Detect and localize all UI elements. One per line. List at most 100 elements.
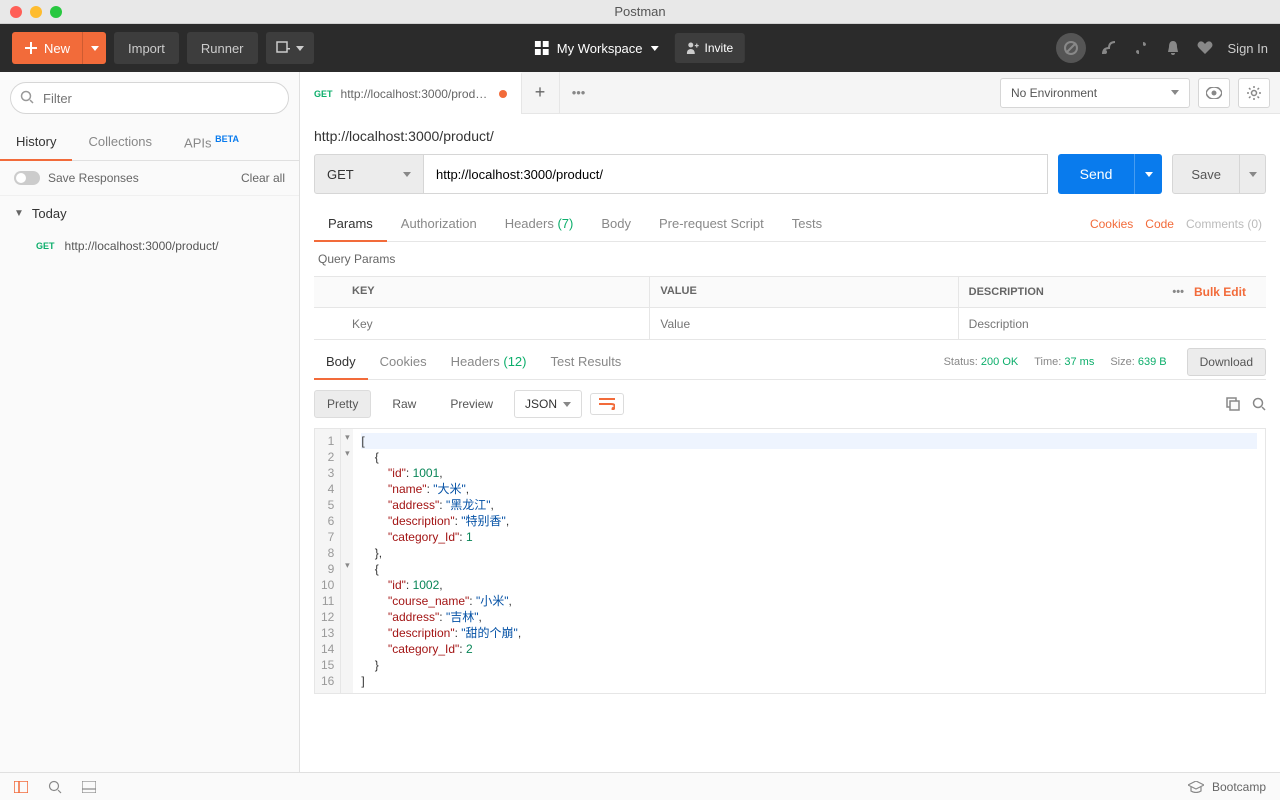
satellite-icon[interactable] — [1100, 39, 1118, 57]
send-button[interactable]: Send — [1058, 154, 1135, 194]
comments-link[interactable]: Comments (0) — [1186, 217, 1262, 231]
chevron-down-icon: ▼ — [14, 208, 24, 219]
subtab-params[interactable]: Params — [314, 206, 387, 241]
view-pretty[interactable]: Pretty — [314, 390, 371, 418]
new-tab-button[interactable]: + — [522, 72, 560, 114]
clear-all-button[interactable]: Clear all — [241, 171, 285, 185]
tab-method: GET — [314, 89, 333, 99]
subtab-body[interactable]: Body — [587, 206, 645, 241]
bulk-edit-button[interactable]: Bulk Edit — [1194, 285, 1246, 299]
new-button-label: New — [44, 41, 70, 56]
content-area: GET http://localhost:3000/product/ + •••… — [300, 72, 1280, 772]
invite-button[interactable]: Invite — [675, 33, 746, 63]
param-description-input[interactable] — [969, 317, 1256, 331]
cookies-link[interactable]: Cookies — [1090, 217, 1133, 231]
param-header-key: KEY — [314, 277, 650, 307]
console-icon[interactable] — [82, 781, 96, 793]
new-button[interactable]: New — [12, 32, 82, 64]
query-params-title: Query Params — [314, 242, 1266, 276]
heart-icon[interactable] — [1196, 39, 1214, 57]
download-button[interactable]: Download — [1187, 348, 1266, 376]
save-dropdown[interactable] — [1240, 154, 1266, 194]
notifications-icon[interactable] — [1164, 39, 1182, 57]
param-header-description: DESCRIPTION — [969, 286, 1044, 298]
save-responses-toggle[interactable] — [14, 171, 40, 185]
request-tab[interactable]: GET http://localhost:3000/product/ — [300, 72, 522, 114]
new-button-dropdown[interactable] — [82, 32, 106, 64]
sidebar-filter-input[interactable] — [10, 82, 289, 114]
code-link[interactable]: Code — [1145, 217, 1174, 231]
import-button[interactable]: Import — [114, 32, 179, 64]
beta-badge: BETA — [215, 134, 239, 144]
search-icon — [20, 90, 34, 104]
save-responses-label: Save Responses — [48, 171, 139, 185]
titlebar: Postman — [0, 0, 1280, 24]
subtab-tests[interactable]: Tests — [778, 206, 836, 241]
bootcamp-button[interactable]: Bootcamp — [1188, 780, 1266, 794]
search-response-icon[interactable] — [1252, 397, 1266, 411]
tab-title: http://localhost:3000/product/ — [341, 87, 491, 101]
close-window-button[interactable] — [10, 6, 22, 18]
request-builder: http://localhost:3000/product/ GET Send … — [300, 114, 1280, 704]
resp-tab-headers[interactable]: Headers (12) — [439, 344, 539, 379]
maximize-window-button[interactable] — [50, 6, 62, 18]
save-button[interactable]: Save — [1172, 154, 1240, 194]
capture-button[interactable] — [266, 32, 314, 64]
param-value-input[interactable] — [660, 317, 947, 331]
header-right: Sign In — [1056, 33, 1268, 63]
environment-preview-button[interactable] — [1198, 78, 1230, 108]
tab-options-button[interactable]: ••• — [560, 85, 598, 100]
request-subtabs: Params Authorization Headers (7) Body Pr… — [314, 206, 1266, 242]
header-bar: New Import Runner My Workspace Invite Si… — [0, 24, 1280, 72]
history-item[interactable]: GET http://localhost:3000/product/ — [0, 231, 299, 261]
query-params-table: KEY VALUE DESCRIPTION ••• Bulk Edit — [314, 276, 1266, 340]
param-header-value: VALUE — [650, 277, 958, 307]
window-controls — [0, 6, 62, 18]
format-selector[interactable]: JSON — [514, 390, 582, 418]
subtab-prerequest[interactable]: Pre-request Script — [645, 206, 778, 241]
history-item-url: http://localhost:3000/product/ — [65, 239, 219, 253]
subtab-authorization[interactable]: Authorization — [387, 206, 491, 241]
app-title: Postman — [614, 4, 665, 19]
environment-selector[interactable]: No Environment — [1000, 78, 1190, 108]
sidebar-tab-collections[interactable]: Collections — [72, 124, 168, 160]
subtab-headers[interactable]: Headers (7) — [491, 206, 588, 241]
find-icon[interactable] — [48, 780, 62, 794]
signin-button[interactable]: Sign In — [1228, 41, 1268, 56]
view-preview[interactable]: Preview — [437, 390, 506, 418]
resp-tab-body[interactable]: Body — [314, 344, 368, 379]
response-body-viewer[interactable]: 12345678910111213141516 ▾▾▾ [ { "id": 10… — [314, 428, 1266, 694]
two-pane-icon[interactable] — [14, 781, 28, 793]
resp-tab-cookies[interactable]: Cookies — [368, 344, 439, 379]
param-key-input[interactable] — [352, 317, 639, 331]
sidebar-tab-apis[interactable]: APIs BETA — [168, 124, 255, 160]
history-item-method: GET — [36, 241, 55, 251]
history-group-today[interactable]: ▼ Today — [0, 196, 299, 231]
wrap-lines-icon[interactable] — [590, 393, 624, 415]
sidebar-tab-history[interactable]: History — [0, 124, 72, 160]
gear-icon — [1247, 86, 1261, 100]
send-dropdown[interactable] — [1134, 154, 1162, 194]
invite-label: Invite — [705, 41, 734, 55]
view-raw[interactable]: Raw — [379, 390, 429, 418]
sync-status-icon[interactable] — [1056, 33, 1086, 63]
header-center: My Workspace Invite — [535, 33, 745, 63]
response-tabs: Body Cookies Headers (12) Test Results S… — [314, 344, 1266, 380]
runner-button[interactable]: Runner — [187, 32, 258, 64]
sidebar: History Collections APIs BETA Save Respo… — [0, 72, 300, 772]
environment-settings-button[interactable] — [1238, 78, 1270, 108]
url-input[interactable] — [424, 154, 1048, 194]
bootcamp-icon — [1188, 781, 1204, 793]
request-name[interactable]: http://localhost:3000/product/ — [314, 124, 1266, 154]
request-tab-strip: GET http://localhost:3000/product/ + •••… — [300, 72, 1280, 114]
response-toolbar: Pretty Raw Preview JSON — [314, 380, 1266, 428]
minimize-window-button[interactable] — [30, 6, 42, 18]
copy-response-icon[interactable] — [1226, 397, 1240, 411]
status-value: 200 OK — [981, 356, 1018, 368]
method-selector[interactable]: GET — [314, 154, 424, 194]
param-options-icon[interactable]: ••• — [1172, 286, 1184, 298]
settings-icon[interactable] — [1132, 39, 1150, 57]
eye-icon — [1206, 87, 1222, 99]
workspace-selector[interactable]: My Workspace — [535, 41, 659, 56]
resp-tab-test-results[interactable]: Test Results — [539, 344, 634, 379]
